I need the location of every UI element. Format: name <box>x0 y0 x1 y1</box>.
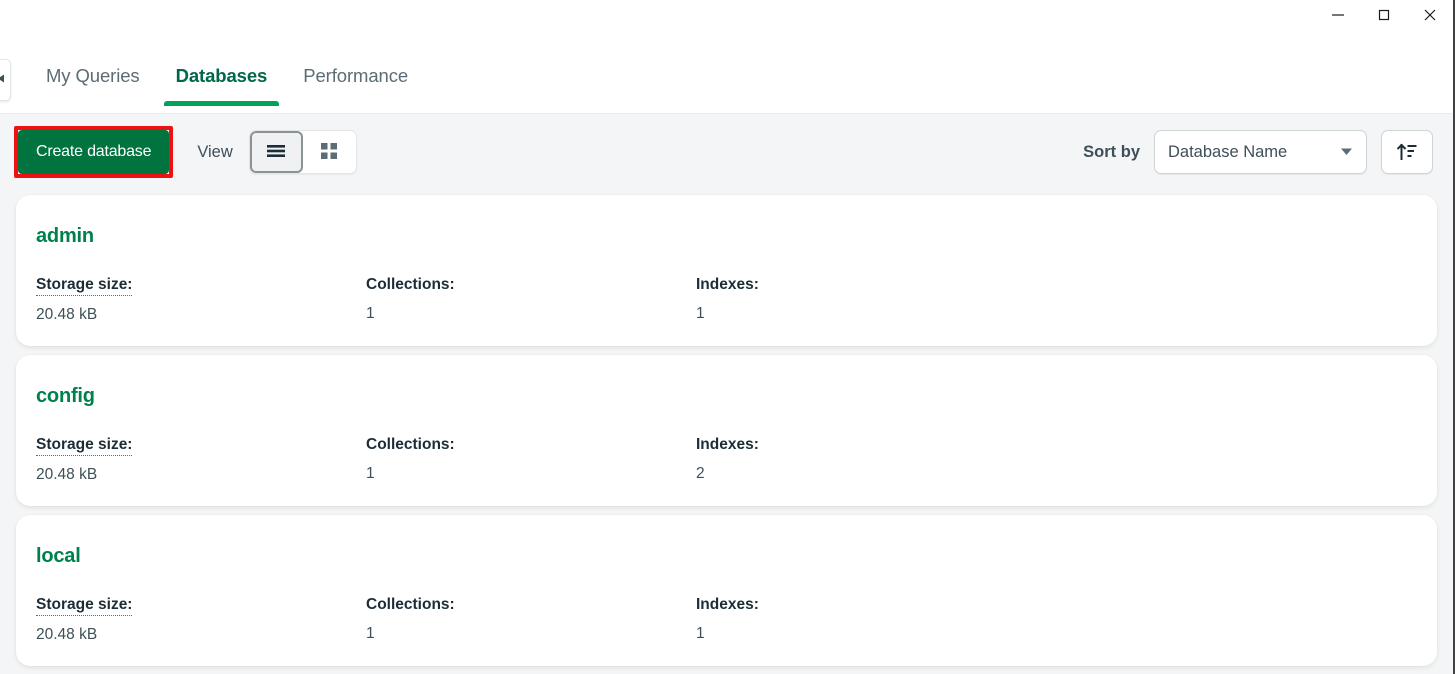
stat-collections-label: Collections: <box>366 596 455 613</box>
chevron-down-icon <box>1340 143 1353 161</box>
sort-by-select-value: Database Name <box>1168 142 1288 161</box>
stat-storage-size: Storage size: 20.48 kB <box>36 596 366 644</box>
database-name-link[interactable]: admin <box>36 225 94 248</box>
stat-indexes-value: 1 <box>696 625 705 643</box>
stat-storage-size-value: 20.48 kB <box>36 306 98 324</box>
stat-storage-size: Storage size: 20.48 kB <box>36 276 366 324</box>
stat-indexes: Indexes: 1 <box>696 596 1026 644</box>
stat-indexes: Indexes: 2 <box>696 436 1026 484</box>
sidebar-collapse-toggle[interactable] <box>0 59 11 101</box>
stat-collections: Collections: 1 <box>366 596 696 644</box>
stat-indexes-value: 1 <box>696 305 705 323</box>
title-bar <box>0 0 1453 47</box>
tab-databases-label: Databases <box>175 65 268 86</box>
stat-collections-value: 1 <box>366 625 375 643</box>
tab-bar: My Queries Databases Performance <box>0 47 1453 113</box>
stat-collections-value: 1 <box>366 465 375 483</box>
stat-storage-size: Storage size: 20.48 kB <box>36 436 366 484</box>
annotation-highlight-box: Create database <box>14 126 174 178</box>
stat-storage-size-label: Storage size: <box>36 596 133 617</box>
tab-my-queries-label: My Queries <box>46 65 140 86</box>
grid-view-icon <box>320 142 338 163</box>
close-icon[interactable] <box>1407 0 1453 30</box>
database-card[interactable]: admin Storage size: 20.48 kB Collections… <box>16 195 1437 346</box>
database-card[interactable]: local Storage size: 20.48 kB Collections… <box>16 515 1437 666</box>
database-stats-row: Storage size: 20.48 kB Collections: 1 In… <box>36 596 1417 644</box>
stat-collections-value: 1 <box>366 305 375 323</box>
databases-toolbar: Create database View Sort by Database Na… <box>0 113 1453 190</box>
create-database-button[interactable]: Create database <box>18 130 170 174</box>
database-list: admin Storage size: 20.48 kB Collections… <box>0 190 1453 674</box>
grid-view-button[interactable] <box>302 131 356 173</box>
database-stats-row: Storage size: 20.48 kB Collections: 1 In… <box>36 436 1417 484</box>
database-card[interactable]: config Storage size: 20.48 kB Collection… <box>16 355 1437 506</box>
stat-storage-size-label: Storage size: <box>36 276 133 297</box>
view-label: View <box>197 142 233 161</box>
toolbar-right-group: Sort by Database Name <box>1083 130 1433 174</box>
sort-direction-button[interactable] <box>1381 130 1433 174</box>
stat-collections-label: Collections: <box>366 276 455 293</box>
stat-collections: Collections: 1 <box>366 276 696 324</box>
collapse-left-icon <box>0 71 7 89</box>
list-view-icon <box>266 143 286 162</box>
database-stats-row: Storage size: 20.48 kB Collections: 1 In… <box>36 276 1417 324</box>
stat-indexes-label: Indexes: <box>696 436 759 453</box>
tab-my-queries[interactable]: My Queries <box>34 47 152 105</box>
tab-performance-label: Performance <box>303 65 409 86</box>
view-mode-segmented-control <box>248 130 357 174</box>
tab-performance[interactable]: Performance <box>291 47 420 105</box>
stat-indexes-value: 2 <box>696 465 705 483</box>
stat-indexes: Indexes: 1 <box>696 276 1026 324</box>
minimize-icon[interactable] <box>1315 0 1361 30</box>
stat-storage-size-label: Storage size: <box>36 436 133 457</box>
maximize-icon[interactable] <box>1361 0 1407 30</box>
sort-by-select[interactable]: Database Name <box>1154 130 1367 174</box>
stat-indexes-label: Indexes: <box>696 276 759 293</box>
sort-ascending-icon <box>1396 140 1418 165</box>
tab-databases[interactable]: Databases <box>163 47 280 106</box>
stat-indexes-label: Indexes: <box>696 596 759 613</box>
app-window: My Queries Databases Performance Create … <box>0 0 1455 674</box>
toolbar-left-group: Create database View <box>14 126 357 178</box>
database-name-link[interactable]: local <box>36 545 81 568</box>
list-view-button[interactable] <box>249 131 303 173</box>
database-name-link[interactable]: config <box>36 385 95 408</box>
sort-by-label: Sort by <box>1083 142 1140 161</box>
stat-collections: Collections: 1 <box>366 436 696 484</box>
stat-storage-size-value: 20.48 kB <box>36 626 98 644</box>
stat-collections-label: Collections: <box>366 436 455 453</box>
stat-storage-size-value: 20.48 kB <box>36 466 98 484</box>
